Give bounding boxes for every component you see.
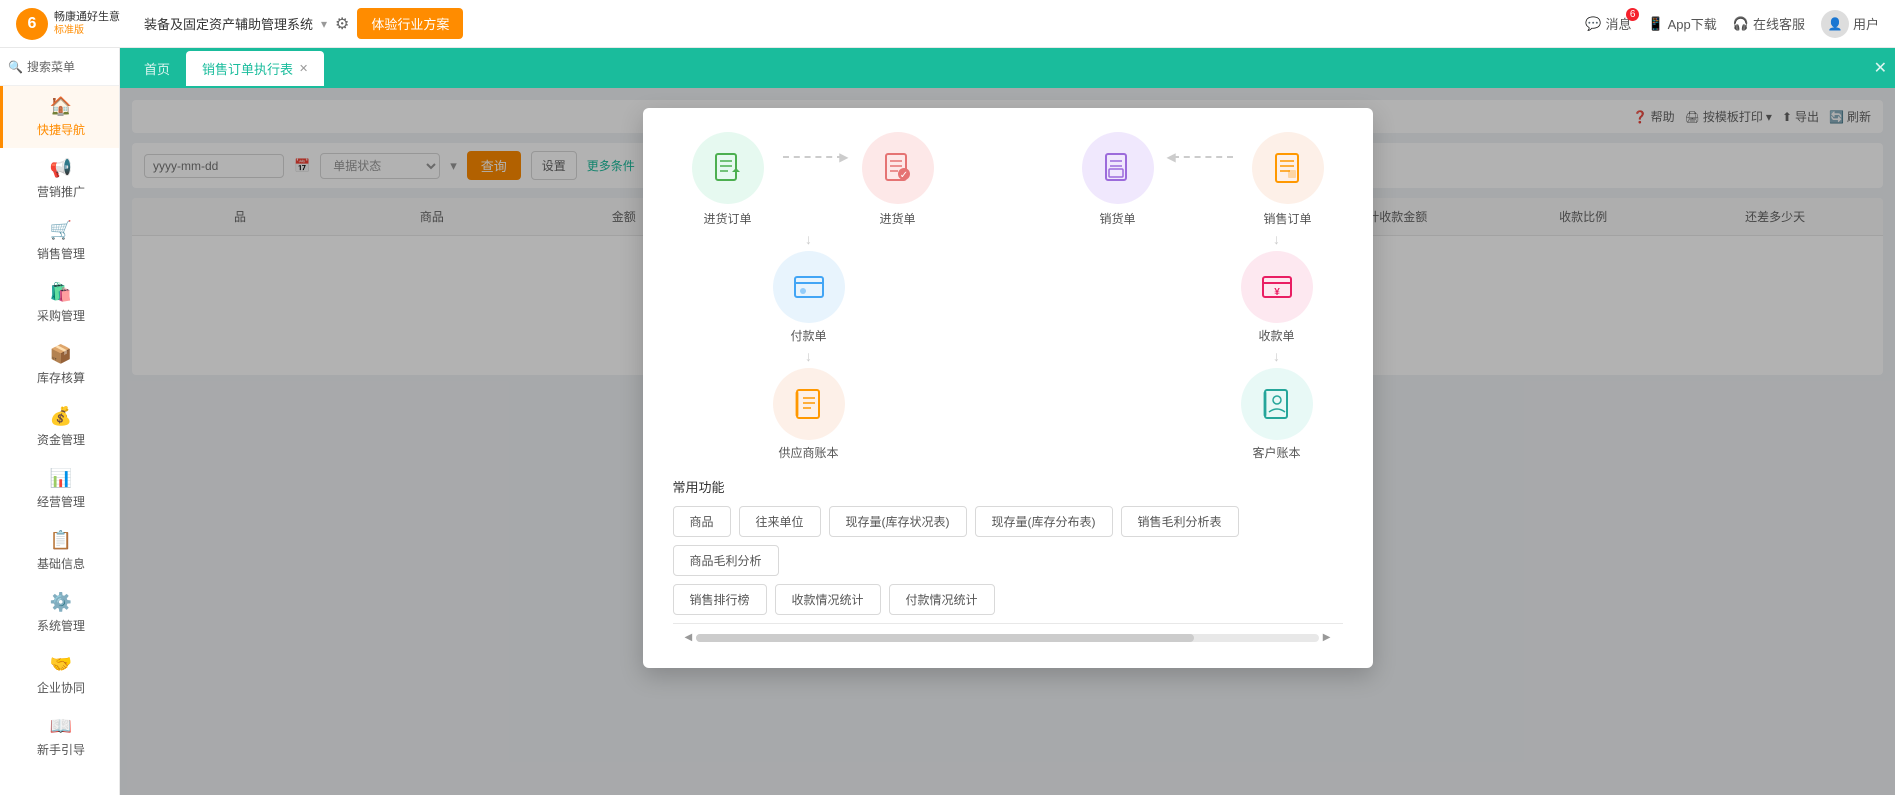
sidebar-item-quick-nav[interactable]: 🏠 快捷导航 xyxy=(0,86,119,148)
sales-slip-icon xyxy=(1082,132,1154,204)
system-title: 装备及固定资产辅助管理系统 xyxy=(144,14,313,33)
scroll-left-arrow[interactable]: ◀ xyxy=(685,632,693,643)
func-btn-stock-dist[interactable]: 现存量(库存分布表) xyxy=(975,506,1113,537)
message-button[interactable]: 💬 消息 6 xyxy=(1585,14,1631,33)
scroll-thumb xyxy=(696,634,1194,642)
sidebar-item-base-info[interactable]: 📋 基础信息 xyxy=(0,520,119,582)
settings-icon[interactable]: ⚙ xyxy=(335,14,349,34)
search-menu-button[interactable]: 🔍 搜索菜单 xyxy=(0,48,119,86)
sidebar-item-guide[interactable]: 📖 新手引导 xyxy=(0,706,119,768)
func-btn-product[interactable]: 商品 xyxy=(673,506,731,537)
purchase-icon: 🛍️ xyxy=(50,282,72,303)
purchase-slip-label: 进货单 xyxy=(879,210,915,227)
operation-icon: 📊 xyxy=(50,468,72,489)
guide-icon: 📖 xyxy=(50,716,72,737)
customer-ledger-icon xyxy=(1241,368,1313,440)
function-buttons-row2: 销售排行榜 收款情况统计 付款情况统计 xyxy=(673,584,1343,615)
logo-icon: 6 xyxy=(16,8,48,40)
payment-slip-label: 付款单 xyxy=(790,327,826,344)
common-functions-section: 常用功能 商品 往来单位 现存量(库存状况表) 现存量(库存分布表) 销售毛利分… xyxy=(673,477,1343,615)
main-layout: 🔍 搜索菜单 🏠 快捷导航 📢 营销推广 🛒 销售管理 🛍️ 采购管理 📦 库存… xyxy=(0,48,1895,795)
app-download-icon: 📱 xyxy=(1647,16,1663,32)
sidebar: 🔍 搜索菜单 🏠 快捷导航 📢 营销推广 🛒 销售管理 🛍️ 采购管理 📦 库存… xyxy=(0,48,120,795)
flow-node-purchase-order[interactable]: 进货订单 xyxy=(673,132,783,227)
svg-text:¥: ¥ xyxy=(1274,287,1280,298)
func-btn-stock-status[interactable]: 现存量(库存状况表) xyxy=(829,506,967,537)
flow-node-sales-slip[interactable]: 销货单 xyxy=(1063,132,1173,227)
tab-sales-order-exec[interactable]: 销售订单执行表 ✕ xyxy=(186,51,324,86)
flow-node-purchase-slip[interactable]: ✓ 进货单 xyxy=(843,132,953,227)
tab-bar-close-icon[interactable]: ✕ xyxy=(1874,58,1887,78)
logo-area: 6 畅康通好生意 标准版 xyxy=(16,8,136,40)
message-icon: 💬 xyxy=(1585,16,1601,32)
func-btn-partner[interactable]: 往来单位 xyxy=(739,506,821,537)
func-btn-sales-rank[interactable]: 销售排行榜 xyxy=(673,584,767,615)
header-right: 💬 消息 6 📱 App下载 🎧 在线客服 👤 用户 xyxy=(1585,10,1879,38)
purchase-order-label: 进货订单 xyxy=(703,210,751,227)
supplier-ledger-label: 供应商账本 xyxy=(778,444,838,461)
app-download-button[interactable]: 📱 App下载 xyxy=(1647,14,1716,33)
arrow-order-to-slip: ◀ xyxy=(1173,132,1233,158)
sidebar-item-marketing[interactable]: 📢 营销推广 xyxy=(0,148,119,210)
modal-content: 进货订单 ▶ xyxy=(643,108,1373,668)
arrow-purchase-to-slip: ▶ xyxy=(783,132,843,158)
scroll-right-arrow[interactable]: ▶ xyxy=(1323,632,1331,643)
finance-icon: 💰 xyxy=(50,406,72,427)
search-icon: 🔍 xyxy=(8,60,23,74)
sidebar-item-enterprise[interactable]: 🤝 企业协同 xyxy=(0,644,119,706)
customer-ledger-label: 客户账本 xyxy=(1252,444,1300,461)
scroll-track[interactable] xyxy=(696,634,1319,642)
avatar: 👤 xyxy=(1821,10,1849,38)
home-icon: 🏠 xyxy=(50,96,72,117)
func-btn-receipt-stats[interactable]: 收款情况统计 xyxy=(775,584,881,615)
title-dropdown-icon[interactable]: ▾ xyxy=(321,17,327,31)
trial-button[interactable]: 体验行业方案 xyxy=(357,8,463,39)
sales-slip-label: 销货单 xyxy=(1099,210,1135,227)
online-service-button[interactable]: 🎧 在线客服 xyxy=(1733,14,1805,33)
supplier-ledger-icon xyxy=(773,368,845,440)
sidebar-item-sales[interactable]: 🛒 销售管理 xyxy=(0,210,119,272)
func-btn-sales-profit[interactable]: 销售毛利分析表 xyxy=(1121,506,1239,537)
purchase-slip-icon: ✓ xyxy=(862,132,934,204)
tab-home[interactable]: 首页 xyxy=(128,51,186,86)
logo-text: 畅康通好生意 标准版 xyxy=(54,10,120,37)
func-btn-payment-stats[interactable]: 付款情况统计 xyxy=(889,584,995,615)
sidebar-item-system[interactable]: ⚙️ 系统管理 xyxy=(0,582,119,644)
user-profile-button[interactable]: 👤 用户 xyxy=(1821,10,1879,38)
base-info-icon: 📋 xyxy=(50,530,72,551)
modal-box: 进货订单 ▶ xyxy=(643,108,1373,668)
receipt-slip-label: 收款单 xyxy=(1258,327,1294,344)
top-header: 6 畅康通好生意 标准版 装备及固定资产辅助管理系统 ▾ ⚙ 体验行业方案 💬 … xyxy=(0,0,1895,48)
sales-order-icon xyxy=(1252,132,1324,204)
payment-slip-icon xyxy=(773,251,845,323)
receipt-slip-icon: ¥ xyxy=(1241,251,1313,323)
purchase-order-icon xyxy=(692,132,764,204)
inventory-icon: 📦 xyxy=(50,344,72,365)
enterprise-icon: 🤝 xyxy=(50,654,72,675)
system-title-bar: 装备及固定资产辅助管理系统 ▾ ⚙ 体验行业方案 xyxy=(144,8,1585,39)
tab-close-icon[interactable]: ✕ xyxy=(299,62,308,75)
message-badge: 6 xyxy=(1626,8,1640,21)
content-area: 首页 销售订单执行表 ✕ ✕ ❓ 帮助 🖨 按模板打印 xyxy=(120,48,1895,795)
svg-text:✓: ✓ xyxy=(899,170,907,181)
scroll-row: ◀ ▶ xyxy=(673,623,1343,651)
flow-node-sales-order[interactable]: 销售订单 xyxy=(1233,132,1343,227)
sales-order-label: 销售订单 xyxy=(1263,210,1311,227)
sales-icon: 🛒 xyxy=(50,220,72,241)
modal-overlay[interactable]: 进货订单 ▶ xyxy=(120,88,1895,795)
sidebar-item-inventory[interactable]: 📦 库存核算 xyxy=(0,334,119,396)
tab-bar: 首页 销售订单执行表 ✕ ✕ xyxy=(120,48,1895,88)
common-functions-title: 常用功能 xyxy=(673,477,1343,496)
sidebar-item-purchase[interactable]: 🛍️ 采购管理 xyxy=(0,272,119,334)
system-icon: ⚙️ xyxy=(50,592,72,613)
func-btn-product-profit[interactable]: 商品毛利分析 xyxy=(673,545,779,576)
sidebar-item-finance[interactable]: 💰 资金管理 xyxy=(0,396,119,458)
function-buttons-row1: 商品 往来单位 现存量(库存状况表) 现存量(库存分布表) 销售毛利分析表 商品… xyxy=(673,506,1343,576)
headset-icon: 🎧 xyxy=(1733,16,1749,32)
page-content: ❓ 帮助 🖨 按模板打印 ▾ ⬆ 导出 🔄 刷新 xyxy=(120,88,1895,795)
marketing-icon: 📢 xyxy=(50,158,72,179)
sidebar-item-operation[interactable]: 📊 经营管理 xyxy=(0,458,119,520)
